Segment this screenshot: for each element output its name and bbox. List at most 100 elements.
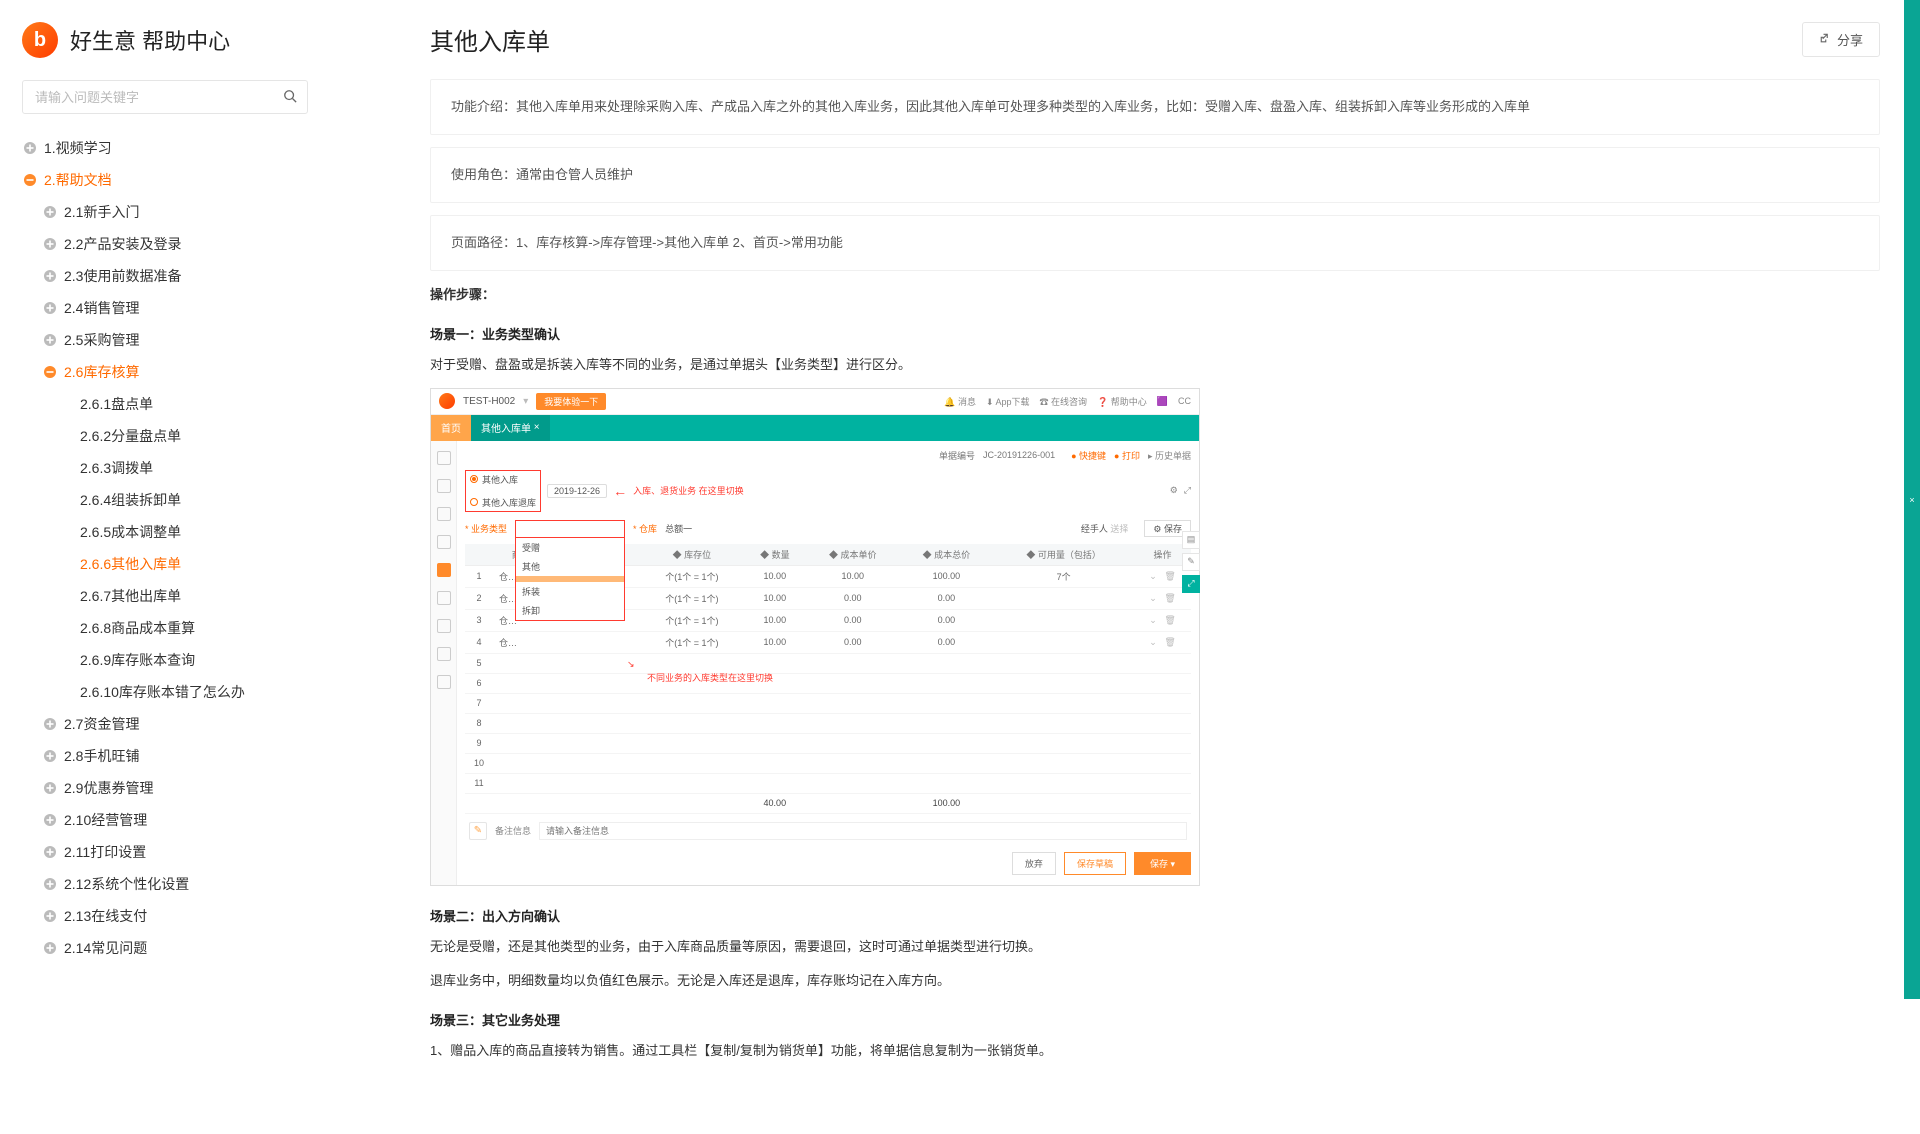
avatar-icon[interactable]: 🟪: [1157, 396, 1168, 407]
nav-item[interactable]: 2.6.7其他出库单: [22, 580, 308, 612]
expand-icon: [42, 204, 58, 220]
app-top-link[interactable]: ⬇ App下载: [986, 395, 1030, 408]
rail-icon[interactable]: [437, 451, 451, 465]
biztype-dropdown[interactable]: 受赠其他拆装拆卸: [515, 520, 625, 538]
nav-label: 2.帮助文档: [44, 170, 112, 190]
cancel-button[interactable]: 放弃: [1012, 852, 1056, 875]
nav-item[interactable]: 2.6.2分量盘点单: [22, 420, 308, 452]
nav-item[interactable]: 2.7资金管理: [22, 708, 308, 740]
nav-item[interactable]: 2.6.3调拨单: [22, 452, 308, 484]
nav-item[interactable]: 2.9优惠券管理: [22, 772, 308, 804]
remark-input[interactable]: [539, 822, 1187, 840]
expand-icon: [42, 940, 58, 956]
table-row: 5: [465, 653, 1191, 673]
share-button[interactable]: 分享: [1802, 22, 1880, 57]
menu-tab-label: 其他入库单: [481, 420, 531, 435]
scene1-line: 对于受赠、盘盈或是拆装入库等不同的业务，是通过单据头【业务类型】进行区分。: [430, 353, 1880, 378]
tool-icon[interactable]: ✎: [1182, 553, 1200, 571]
nav-label: 2.6.3调拨单: [80, 458, 153, 478]
save-button[interactable]: 保存 ▾: [1134, 852, 1191, 875]
nav-item[interactable]: 2.6.9库存账本查询: [22, 644, 308, 676]
app-top-link[interactable]: 🔔 消息: [944, 395, 976, 408]
nav-item[interactable]: 2.8手机旺铺: [22, 740, 308, 772]
table-header: ◆ 成本单价: [806, 544, 900, 566]
tool-icon[interactable]: ⤢: [1182, 575, 1200, 593]
main: 其他入库单 分享 功能介绍：其他入库单用来处理除采购入库、产成品入库之外的其他入…: [330, 0, 1920, 1134]
nav-item[interactable]: 2.13在线支付: [22, 900, 308, 932]
nav-item[interactable]: 1.视频学习: [22, 132, 308, 164]
nav-label: 2.8手机旺铺: [64, 746, 139, 766]
expand-icon: [42, 780, 58, 796]
nav-item[interactable]: 2.10经营管理: [22, 804, 308, 836]
nav-item[interactable]: 2.12系统个性化设置: [22, 868, 308, 900]
share-icon: [1819, 32, 1831, 47]
warehouse-value: 总额一: [665, 522, 692, 535]
app-top-link[interactable]: ☎ 在线咨询: [1040, 395, 1088, 408]
handler-label: 经手人: [1081, 524, 1108, 534]
menu-tab-active[interactable]: 其他入库单 ×: [471, 415, 550, 441]
toolbar-link[interactable]: ▸ 历史单据: [1148, 451, 1191, 461]
search-input[interactable]: [22, 80, 308, 114]
rail-icon[interactable]: [437, 647, 451, 661]
nav-item[interactable]: 2.5采购管理: [22, 324, 308, 356]
dropdown-option[interactable]: 受赠: [516, 538, 624, 557]
dropdown-option[interactable]: 拆卸: [516, 601, 624, 620]
nav-item[interactable]: 2.帮助文档: [22, 164, 308, 196]
nav-item[interactable]: 2.6.5成本调整单: [22, 516, 308, 548]
rail-icon[interactable]: [437, 535, 451, 549]
nav-item[interactable]: 2.6.6其他入库单: [22, 548, 308, 580]
app-top-link[interactable]: ❓ 帮助中心: [1097, 395, 1147, 408]
rail-icon[interactable]: [437, 619, 451, 633]
toolbar-link[interactable]: ● 打印: [1114, 451, 1140, 461]
remark-label: 备注信息: [495, 824, 531, 837]
rail-icon[interactable]: [437, 591, 451, 605]
table-header: [465, 544, 493, 566]
menu-home[interactable]: 首页: [431, 415, 471, 441]
menu-close-icon[interactable]: ×: [1904, 0, 1920, 999]
nav-item[interactable]: 2.6.8商品成本重算: [22, 612, 308, 644]
app-tenant: TEST-H002: [463, 396, 515, 407]
search-button[interactable]: [278, 85, 302, 109]
nav-item[interactable]: 2.6.1盘点单: [22, 388, 308, 420]
side-tools: ▤ ✎ ⤢: [1182, 531, 1200, 593]
nav-label: 1.视频学习: [44, 138, 112, 158]
arrow-icon: ←: [613, 484, 627, 498]
table-header: ◆ 可用量（包括）: [993, 544, 1134, 566]
collapse-icon: [42, 364, 58, 380]
date-field[interactable]: 2019-12-26: [547, 484, 607, 498]
dropdown-option[interactable]: 其他: [516, 557, 624, 576]
radio-out[interactable]: 其他入库退库: [470, 496, 536, 509]
nav-item[interactable]: 2.14常见问题: [22, 932, 308, 964]
save-draft-button[interactable]: 保存草稿: [1064, 852, 1126, 875]
nav-item[interactable]: 2.4销售管理: [22, 292, 308, 324]
table-row: 9: [465, 733, 1191, 753]
nav-item[interactable]: 2.1新手入门: [22, 196, 308, 228]
nav-item[interactable]: 2.6库存核算: [22, 356, 308, 388]
table-row: 10: [465, 753, 1191, 773]
promo-button[interactable]: 我要体验一下: [536, 393, 606, 410]
rail-icon[interactable]: [437, 479, 451, 493]
annotation-arrow-icon: ↘: [627, 659, 635, 670]
nav-item[interactable]: 2.6.4组装拆卸单: [22, 484, 308, 516]
warehouse-label: 仓库: [639, 524, 657, 534]
nav-label: 2.6.7其他出库单: [80, 586, 181, 606]
nav-item[interactable]: 2.2产品安装及登录: [22, 228, 308, 260]
search-icon: [283, 89, 297, 106]
nav-item[interactable]: 2.3使用前数据准备: [22, 260, 308, 292]
app-screenshot: TEST-H002 ▾ 我要体验一下 🔔 消息⬇ App下载☎ 在线咨询❓ 帮助…: [430, 388, 1200, 886]
rail-icon-active[interactable]: [437, 563, 451, 577]
nav-item[interactable]: 2.6.10库存账本错了怎么办: [22, 676, 308, 708]
rail-icon[interactable]: [437, 507, 451, 521]
nav-item[interactable]: 2.11打印设置: [22, 836, 308, 868]
tool-icon[interactable]: ▤: [1182, 531, 1200, 549]
toolbar-link[interactable]: ● 快捷键: [1071, 451, 1106, 461]
radio-in[interactable]: 其他入库: [470, 473, 536, 486]
dropdown-option[interactable]: 拆装: [516, 582, 624, 601]
table-row: 11: [465, 773, 1191, 793]
scene2-line2: 退库业务中，明细数量均以负值红色展示。无论是入库还是退库，库存账均记在入库方向。: [430, 969, 1880, 994]
brand-title: 好生意 帮助中心: [70, 24, 230, 56]
rail-icon[interactable]: [437, 675, 451, 689]
doc-no-label: 单据编号: [939, 449, 975, 462]
nav-label: 2.6.2分量盘点单: [80, 426, 181, 446]
handler-value: 送择: [1110, 524, 1128, 534]
